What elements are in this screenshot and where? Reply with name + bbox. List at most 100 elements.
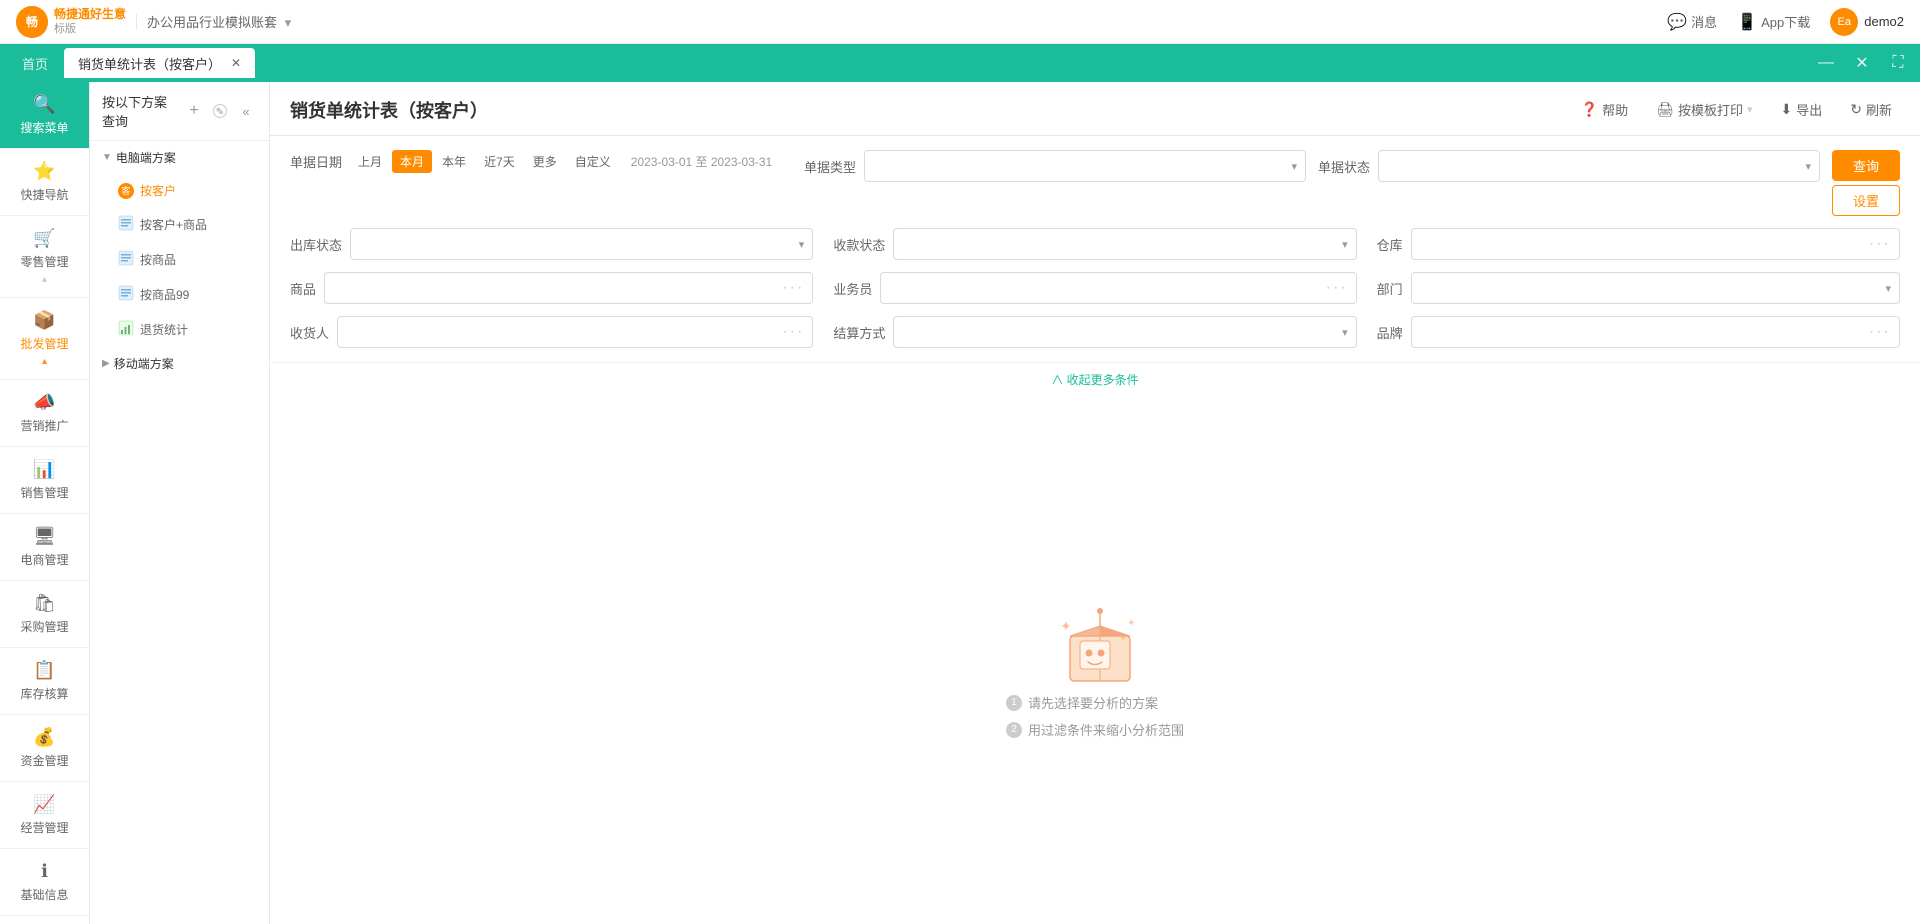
tab-minimize-btn[interactable]: — (1812, 49, 1840, 77)
goods-dots-icon: ··· (782, 279, 804, 297)
user-avatar-area[interactable]: Ea demo2 (1830, 8, 1904, 36)
dept-chevron-icon: ▾ (1885, 282, 1891, 295)
main-layout: 🔍 搜索菜单 ⭐ 快捷导航 🛒 零售管理 ▴ 📦 批发管理 ▴ 📣 营销推广 📊… (0, 82, 1920, 924)
date-tab-last-month[interactable]: 上月 (350, 150, 390, 173)
receiver-label: 收货人 (290, 323, 329, 342)
date-tab-this-month[interactable]: 本月 (392, 150, 432, 173)
customer-goods-icon (118, 215, 134, 234)
sidebar-item-system[interactable]: ⚙ 系统管理 (0, 916, 89, 924)
sidebar-item-quick-nav[interactable]: ⭐ 快捷导航 (0, 149, 89, 216)
brand-dots-icon: ··· (1869, 323, 1891, 341)
date-filter: 上月 本月 本年 近7天 更多 (350, 150, 619, 173)
svg-text:✦: ✦ (1060, 618, 1072, 634)
dept-input[interactable]: ▾ (1411, 272, 1900, 304)
out-status-label: 出库状态 (290, 235, 342, 254)
sidebar-item-finance[interactable]: 💰 资金管理 (0, 715, 89, 782)
date-tab-more[interactable]: 更多 (525, 150, 565, 173)
doc-type-chevron-icon: ▾ (1291, 160, 1297, 173)
settlement-input[interactable]: ▾ (893, 316, 1356, 348)
settlement-chevron-icon: ▾ (1342, 326, 1348, 339)
tab-close-all-btn[interactable]: ✕ (1848, 49, 1876, 77)
scheme-item-goods99[interactable]: 按商品99 (90, 277, 269, 312)
edit-scheme-btn[interactable]: ✎ (209, 100, 231, 122)
tab-expand-btn[interactable]: ⛶ (1884, 49, 1912, 77)
message-btn[interactable]: 💬 消息 (1667, 12, 1717, 32)
purchase-icon: 🛍 (33, 593, 56, 614)
sidebar: 🔍 搜索菜单 ⭐ 快捷导航 🛒 零售管理 ▴ 📦 批发管理 ▴ 📣 营销推广 📊… (0, 82, 90, 924)
filter-row-3: 商品 ··· 业务员 ··· 部门 (290, 272, 1900, 304)
sidebar-item-ecommerce[interactable]: 🖥 电商管理 (0, 514, 89, 581)
tab-sales-stats[interactable]: 销货单统计表（按客户） ✕ (64, 48, 255, 78)
content-area: 销货单统计表（按客户） ❓ 帮助 🖨 按模板打印 ▾ ⬇ 导出 (270, 82, 1920, 924)
filter-row-2: 出库状态 ▾ 收款状态 ▾ 仓库 (290, 228, 1900, 260)
sidebar-item-retail[interactable]: 🛒 零售管理 ▴ (0, 216, 89, 298)
doc-type-input[interactable]: ▾ (864, 150, 1306, 182)
collapse-sub-btn[interactable]: « (235, 100, 257, 122)
settlement-label: 结算方式 (833, 323, 885, 342)
avatar: Ea (1830, 8, 1858, 36)
page-header-top: 销货单统计表（按客户） ❓ 帮助 🖨 按模板打印 ▾ ⬇ 导出 (290, 96, 1900, 123)
sub-sidebar-title: 按以下方案查询 (102, 92, 177, 130)
warehouse-label: 仓库 (1377, 235, 1403, 254)
sidebar-item-sales[interactable]: 📊 销售管理 (0, 447, 89, 514)
sidebar-item-purchase[interactable]: 🛍 采购管理 (0, 581, 89, 648)
date-tab-this-year[interactable]: 本年 (434, 150, 474, 173)
app-download-btn[interactable]: 📱 App下载 (1737, 12, 1810, 32)
warehouse-input[interactable]: ··· (1411, 228, 1900, 260)
sidebar-item-inventory[interactable]: 📋 库存核算 (0, 648, 89, 715)
sidebar-item-search[interactable]: 🔍 搜索菜单 (0, 82, 89, 149)
settlement-field: 结算方式 ▾ (833, 316, 1356, 348)
svg-text:畅: 畅 (26, 14, 38, 29)
operation-icon: 📈 (33, 794, 55, 815)
collapse-bar[interactable]: ∧ 收起更多条件 (270, 362, 1920, 396)
scheme-item-return-stats[interactable]: 退货统计 (90, 312, 269, 347)
sidebar-item-basic[interactable]: ℹ 基础信息 (0, 849, 89, 916)
scheme-item-by-goods[interactable]: 按商品 (90, 242, 269, 277)
doc-status-input[interactable]: ▾ (1378, 150, 1820, 182)
customer-scheme-icon: 客 (118, 183, 134, 199)
query-btn[interactable]: 查询 (1832, 150, 1900, 181)
salesman-field: 业务员 ··· (833, 272, 1356, 304)
tab-close-btn[interactable]: ✕ (231, 56, 241, 70)
goods-input[interactable]: ··· (324, 272, 813, 304)
receiver-input[interactable]: ··· (337, 316, 813, 348)
help-btn[interactable]: ❓ 帮助 (1573, 96, 1636, 123)
brand-field: 品牌 ··· (1377, 316, 1900, 348)
scheme-item-by-customer[interactable]: 客 按客户 (90, 174, 269, 207)
mobile-scheme-title[interactable]: ▶ 移动端方案 (90, 347, 269, 380)
logo-area: 畅 畅捷通好生意 标版 (16, 6, 126, 38)
svg-text:✎: ✎ (216, 107, 224, 118)
date-tab-custom[interactable]: 自定义 (567, 150, 619, 173)
salesman-input[interactable]: ··· (880, 272, 1356, 304)
system-title[interactable]: 办公用品行业模拟账套 ▾ (147, 12, 291, 31)
refresh-btn[interactable]: ↻ 刷新 (1842, 96, 1900, 123)
brand-input[interactable]: ··· (1411, 316, 1900, 348)
sidebar-item-operation[interactable]: 📈 经营管理 (0, 782, 89, 849)
svg-text:✦: ✦ (1127, 618, 1135, 629)
out-status-input[interactable]: ▾ (350, 228, 813, 260)
sub-sidebar: 按以下方案查询 + ✎ « ▼ 电脑端方案 客 按客户 (90, 82, 270, 924)
sidebar-item-marketing[interactable]: 📣 营销推广 (0, 380, 89, 447)
sales-icon: 📊 (33, 459, 55, 480)
page-title: 销货单统计表（按客户） (290, 97, 488, 123)
export-btn[interactable]: ⬇ 导出 (1773, 96, 1831, 123)
settings-btn[interactable]: 设置 (1832, 185, 1900, 216)
date-tab-7days[interactable]: 近7天 (476, 150, 523, 173)
tab-home[interactable]: 首页 (8, 48, 62, 78)
empty-state: ✦ ✦ ✦ 1 请先选择要分析的方案 2 用过滤条件来缩小分析范围 (270, 396, 1920, 924)
desktop-scheme-title[interactable]: ▼ 电脑端方案 (90, 141, 269, 174)
scheme-item-customer-goods[interactable]: 按客户+商品 (90, 207, 269, 242)
pay-status-chevron-icon: ▾ (1342, 238, 1348, 251)
wholesale-icon: 📦 (33, 310, 55, 331)
sidebar-item-wholesale[interactable]: 📦 批发管理 ▴ (0, 298, 89, 380)
empty-tip-2: 2 用过滤条件来缩小分析范围 (1006, 720, 1184, 739)
refresh-icon: ↻ (1850, 101, 1862, 118)
tab-bar-actions: — ✕ ⛶ (1812, 49, 1912, 77)
pay-status-input[interactable]: ▾ (893, 228, 1356, 260)
add-scheme-btn[interactable]: + (183, 100, 205, 122)
salesman-dots-icon: ··· (1326, 279, 1348, 297)
sub-sidebar-header: 按以下方案查询 + ✎ « (90, 82, 269, 141)
dept-field: 部门 ▾ (1377, 272, 1900, 304)
doc-status-chevron-icon: ▾ (1805, 160, 1811, 173)
print-btn[interactable]: 🖨 按模板打印 ▾ (1648, 96, 1760, 123)
